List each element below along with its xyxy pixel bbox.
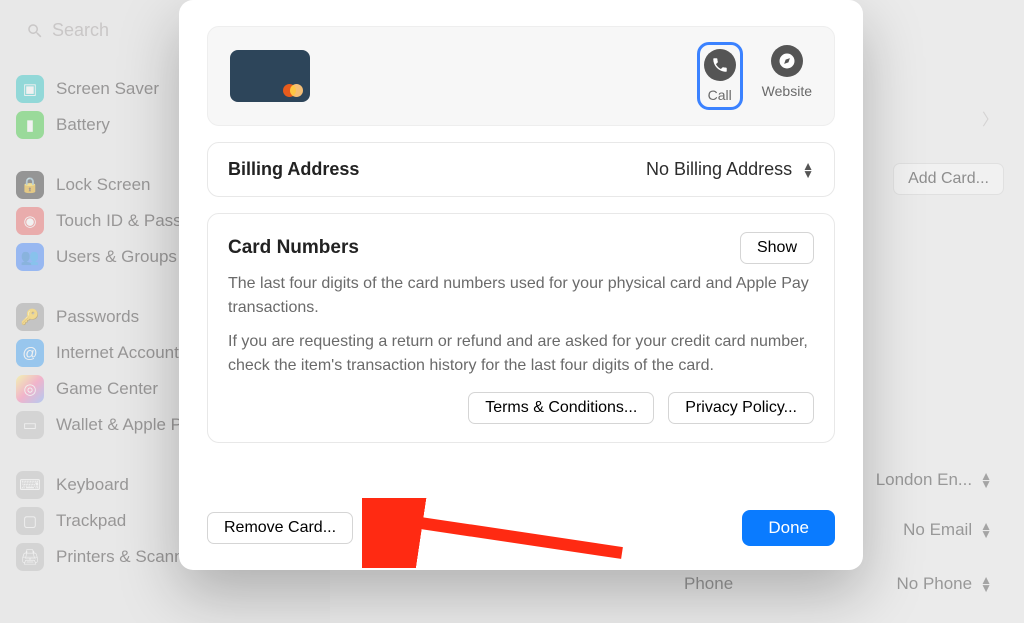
printer-icon: 🖨 xyxy=(16,543,44,571)
search-placeholder: Search xyxy=(52,20,109,41)
compass-icon xyxy=(771,45,803,77)
updown-icon[interactable]: ▲▼ xyxy=(802,162,814,178)
add-card-button[interactable]: Add Card... xyxy=(893,163,1004,195)
done-button[interactable]: Done xyxy=(742,510,835,546)
screensaver-icon: ▣ xyxy=(16,75,44,103)
at-icon: @ xyxy=(16,339,44,367)
billing-label: Billing Address xyxy=(228,159,359,180)
card-numbers-desc1: The last four digits of the card numbers… xyxy=(228,272,814,320)
email-value: No Email xyxy=(903,520,972,540)
billing-address-row[interactable]: Billing Address No Billing Address ▲▼ xyxy=(207,142,835,197)
show-button[interactable]: Show xyxy=(740,232,814,264)
card-numbers-title: Card Numbers xyxy=(228,237,359,259)
key-icon: 🔑 xyxy=(16,303,44,331)
updown-icon[interactable]: ▲▼ xyxy=(980,522,992,538)
phone-icon xyxy=(704,49,736,81)
billing-value: No Billing Address xyxy=(646,159,792,180)
card-numbers-section: Card Numbers Show The last four digits o… xyxy=(207,213,835,443)
call-action[interactable]: Call xyxy=(700,45,740,107)
call-label: Call xyxy=(708,87,732,103)
website-label: Website xyxy=(762,83,812,99)
updown-icon[interactable]: ▲▼ xyxy=(980,472,992,488)
card-thumbnail xyxy=(230,50,310,102)
gamecenter-icon: ◎ xyxy=(16,375,44,403)
lock-icon: 🔒 xyxy=(16,171,44,199)
card-details-sheet: Call Website Billing Address No Billing … xyxy=(179,0,863,570)
wallet-icon: ▭ xyxy=(16,411,44,439)
users-icon: 👥 xyxy=(16,243,44,271)
terms-button[interactable]: Terms & Conditions... xyxy=(468,392,654,424)
battery-icon: ▮ xyxy=(16,111,44,139)
remove-card-button[interactable]: Remove Card... xyxy=(207,512,353,544)
keyboard-icon: ⌨ xyxy=(16,471,44,499)
mastercard-logo-icon xyxy=(283,84,303,97)
trackpad-icon: ▢ xyxy=(16,507,44,535)
card-numbers-desc2: If you are requesting a return or refund… xyxy=(228,330,814,378)
phone-value: No Phone xyxy=(896,574,972,594)
website-action[interactable]: Website xyxy=(762,45,812,99)
updown-icon[interactable]: ▲▼ xyxy=(980,576,992,592)
card-header: Call Website xyxy=(207,26,835,126)
phone-label: Phone xyxy=(684,574,733,594)
search-icon xyxy=(26,22,44,40)
privacy-button[interactable]: Privacy Policy... xyxy=(668,392,814,424)
address-value: London En... xyxy=(876,470,972,490)
fingerprint-icon: ◉ xyxy=(16,207,44,235)
chevron-right-icon: 〉 xyxy=(982,106,998,130)
